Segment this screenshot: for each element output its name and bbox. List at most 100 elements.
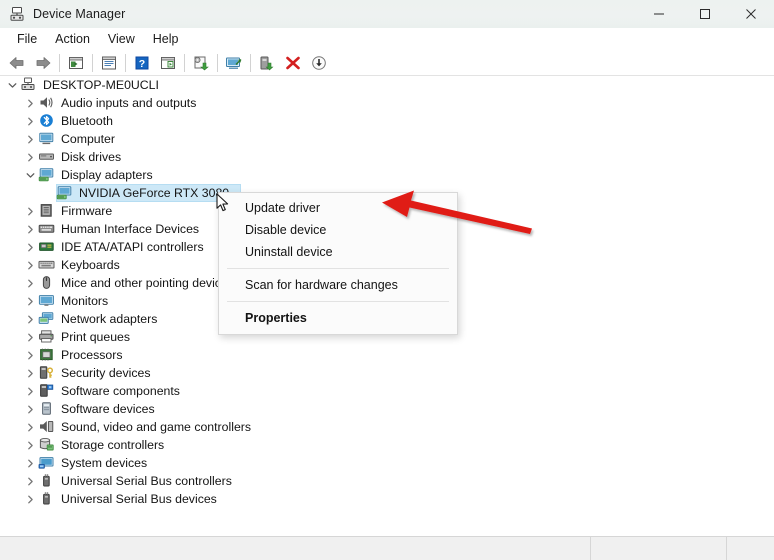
ide-controller-icon <box>38 239 56 255</box>
chevron-right-icon[interactable] <box>22 418 38 436</box>
help-icon[interactable]: ? <box>129 52 155 74</box>
menu-help[interactable]: Help <box>144 30 188 48</box>
hid-icon <box>38 221 56 237</box>
window-title: Device Manager <box>33 7 125 21</box>
chevron-right-icon[interactable] <box>22 112 38 130</box>
tree-item-computer[interactable]: Computer <box>0 130 774 148</box>
chevron-down-icon[interactable] <box>22 166 38 184</box>
network-adapter-icon <box>38 311 56 327</box>
chevron-right-icon[interactable] <box>22 310 38 328</box>
mouse-icon <box>38 275 56 291</box>
tree-item-software-components[interactable]: Software components <box>0 382 774 400</box>
chevron-right-icon[interactable] <box>22 364 38 382</box>
firmware-icon <box>38 203 56 219</box>
tree-item-display-adapters[interactable]: Display adapters <box>0 166 774 184</box>
chevron-right-icon[interactable] <box>22 328 38 346</box>
chevron-right-icon[interactable] <box>22 454 38 472</box>
scan-hardware-icon[interactable] <box>221 52 247 74</box>
tree-item-sound-video-and-game-controllers[interactable]: Sound, video and game controllers <box>0 418 774 436</box>
tree-item-label: Software devices <box>61 402 159 416</box>
toolbar: ? <box>0 50 774 76</box>
separator-2 <box>92 54 93 72</box>
download-icon[interactable] <box>306 52 332 74</box>
tree-item-processors[interactable]: Processors <box>0 346 774 364</box>
tree-item-label: Audio inputs and outputs <box>61 96 200 110</box>
chevron-right-icon[interactable] <box>22 94 38 112</box>
chevron-right-icon[interactable] <box>22 436 38 454</box>
software-component-icon <box>38 383 56 399</box>
ctx-uninstall-device[interactable]: Uninstall device <box>219 241 457 263</box>
display-adapter-icon <box>38 167 56 183</box>
maximize-button[interactable] <box>682 0 728 28</box>
tree-item-audio-inputs-and-outputs[interactable]: Audio inputs and outputs <box>0 94 774 112</box>
minimize-button[interactable] <box>636 0 682 28</box>
back-arrow-icon[interactable] <box>4 52 30 74</box>
tree-root-label: DESKTOP-ME0UCLI <box>43 78 163 92</box>
titlebar: Device Manager <box>0 0 774 28</box>
show-tree-icon[interactable] <box>63 52 89 74</box>
uninstall-device-icon[interactable] <box>280 52 306 74</box>
tree-item-label: System devices <box>61 456 151 470</box>
tree-item-label: Firmware <box>61 204 116 218</box>
ctx-scan-hardware[interactable]: Scan for hardware changes <box>219 274 457 296</box>
chevron-right-icon[interactable] <box>22 382 38 400</box>
properties-icon[interactable] <box>96 52 122 74</box>
tree-item-label: Human Interface Devices <box>61 222 203 236</box>
display-adapter-icon <box>56 185 74 201</box>
menu-view[interactable]: View <box>99 30 144 48</box>
forward-arrow-icon[interactable] <box>30 52 56 74</box>
chevron-right-icon[interactable] <box>22 238 38 256</box>
tree-root-node[interactable]: DESKTOP-ME0UCLI <box>0 76 774 94</box>
chevron-down-icon[interactable] <box>4 76 20 94</box>
tree-item-system-devices[interactable]: System devices <box>0 454 774 472</box>
context-menu[interactable]: Update driverDisable deviceUninstall dev… <box>218 192 458 335</box>
tree-item-label: Display adapters <box>61 168 157 182</box>
speaker-icon <box>38 95 56 111</box>
monitor-icon <box>38 293 56 309</box>
separator-4 <box>184 54 185 72</box>
tree-item-label: Universal Serial Bus devices <box>61 492 221 506</box>
chevron-right-icon[interactable] <box>22 490 38 508</box>
usb-icon <box>38 491 56 507</box>
bluetooth-icon <box>38 113 56 129</box>
tree-item-universal-serial-bus-devices[interactable]: Universal Serial Bus devices <box>0 490 774 508</box>
software-device-icon <box>38 401 56 417</box>
chevron-right-icon[interactable] <box>22 472 38 490</box>
tree-item-label: Print queues <box>61 330 134 344</box>
tree-item-software-devices[interactable]: Software devices <box>0 400 774 418</box>
menu-action[interactable]: Action <box>46 30 99 48</box>
chevron-right-icon[interactable] <box>22 292 38 310</box>
close-button[interactable] <box>728 0 774 28</box>
tree-item-security-devices[interactable]: Security devices <box>0 364 774 382</box>
chevron-right-icon[interactable] <box>22 400 38 418</box>
chevron-right-icon[interactable] <box>22 202 38 220</box>
console-icon[interactable] <box>155 52 181 74</box>
tree-item-label: Processors <box>61 348 127 362</box>
chevron-right-icon[interactable] <box>22 346 38 364</box>
tree-item-storage-controllers[interactable]: Storage controllers <box>0 436 774 454</box>
ctx-update-driver[interactable]: Update driver <box>219 197 457 219</box>
sound-controller-icon <box>38 419 56 435</box>
status-panel-1 <box>590 537 726 560</box>
enable-device-icon[interactable] <box>254 52 280 74</box>
tree-item-universal-serial-bus-controllers[interactable]: Universal Serial Bus controllers <box>0 472 774 490</box>
update-driver-icon[interactable] <box>188 52 214 74</box>
chevron-right-icon[interactable] <box>22 148 38 166</box>
status-message <box>0 537 590 560</box>
menu-file[interactable]: File <box>8 30 46 48</box>
tree-item-bluetooth[interactable]: Bluetooth <box>0 112 774 130</box>
tree-item-label: Computer <box>61 132 119 146</box>
tree-item-label: Bluetooth <box>61 114 117 128</box>
chevron-right-icon[interactable] <box>22 274 38 292</box>
separator-5 <box>217 54 218 72</box>
disk-drive-icon <box>38 149 56 165</box>
ctx-properties[interactable]: Properties <box>219 307 457 329</box>
tree-item-label: Universal Serial Bus controllers <box>61 474 236 488</box>
chevron-right-icon[interactable] <box>22 256 38 274</box>
tree-item-disk-drives[interactable]: Disk drives <box>0 148 774 166</box>
tree-item-label: Keyboards <box>61 258 124 272</box>
chevron-right-icon[interactable] <box>22 130 38 148</box>
ctx-disable-device[interactable]: Disable device <box>219 219 457 241</box>
chevron-right-icon[interactable] <box>22 220 38 238</box>
tree-item-label: Sound, video and game controllers <box>61 420 255 434</box>
